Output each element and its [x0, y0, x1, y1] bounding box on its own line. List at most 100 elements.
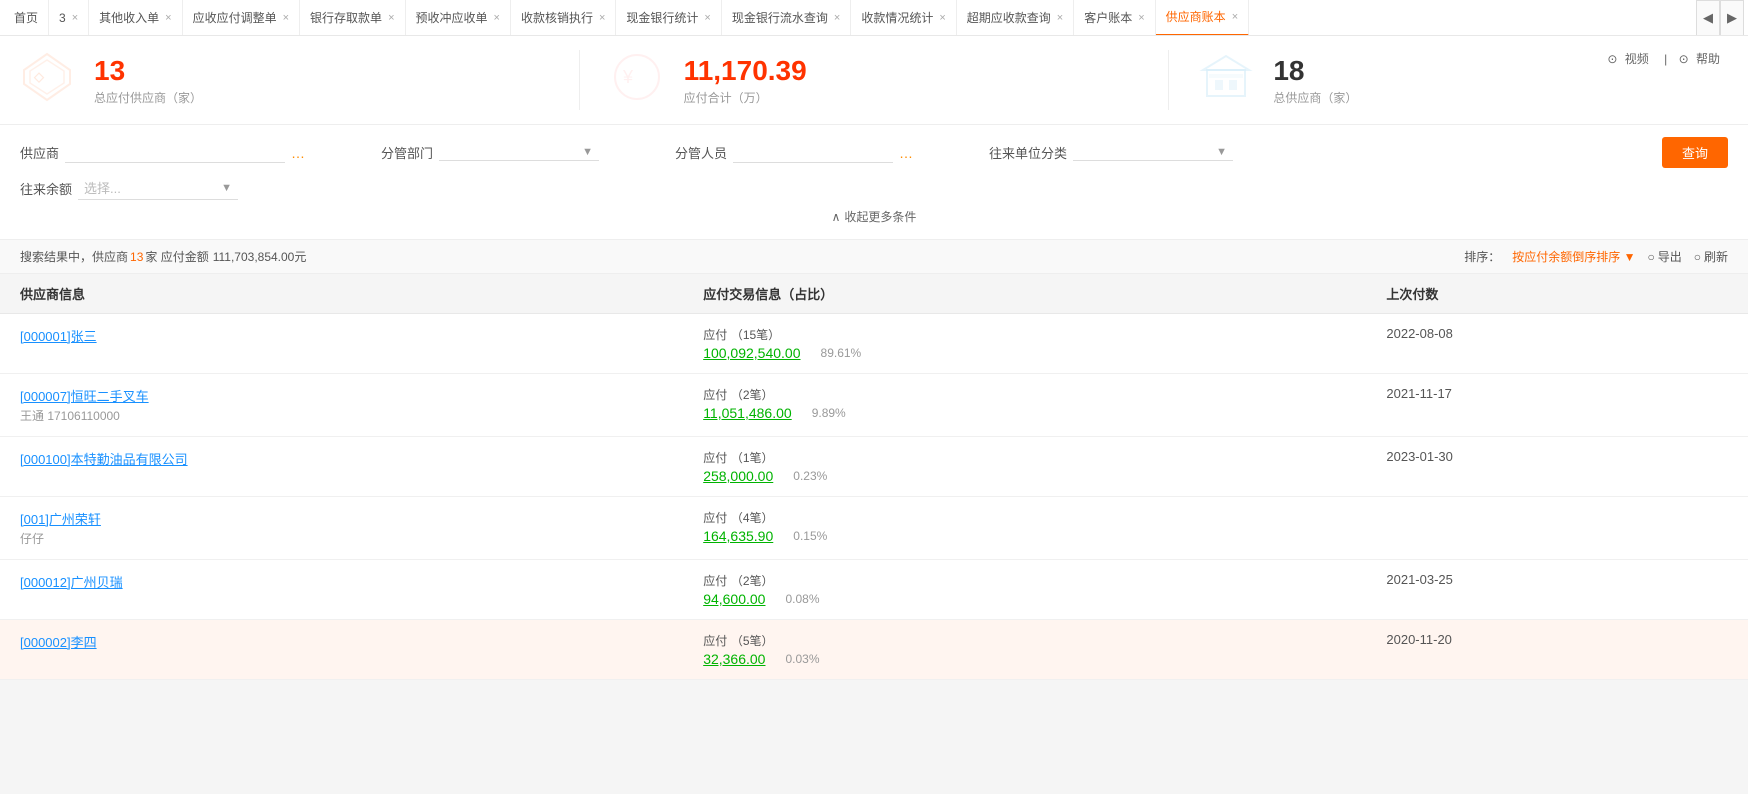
filter-label-balance: 往来余额: [20, 179, 72, 198]
top-nav: 首页3×其他收入单×应收应付调整单×银行存取款单×预收冲应收单×收款核销执行×现…: [0, 0, 1748, 36]
tx-amount-value[interactable]: 32,366.00: [703, 651, 765, 667]
result-right-actions: 排序： 按应付余额倒序排序 ▼ ○ 导出 ○ 刷新: [1464, 248, 1728, 265]
tx-label-count: 应付 （1笔）: [703, 449, 1386, 466]
nav-tab-close-ap-adjust[interactable]: ×: [283, 12, 289, 24]
sort-option-text: 按应付余额倒序排序: [1512, 250, 1620, 264]
collapse-more-conditions-btn[interactable]: ∧ 收起更多条件: [20, 208, 1728, 225]
nav-arrow-right[interactable]: ▶: [1720, 0, 1744, 36]
row-supplier-info: [000100]本特勤油品有限公司: [20, 449, 703, 468]
nav-tab-cash-bank-flow[interactable]: 现金银行流水查询×: [722, 0, 851, 36]
export-button[interactable]: ○ 导出: [1647, 248, 1681, 265]
summary-card-suppliers-payable: ◇ 13 总应付供应商（家）: [20, 50, 549, 110]
supplier-name-link[interactable]: [000002]李四: [20, 632, 703, 651]
summary-divider-2: [1168, 50, 1169, 110]
filter-select-balance[interactable]: 选择... ▼: [78, 176, 238, 200]
table-row: [000001]张三 应付 （15笔） 100,092,540.00 89.61…: [0, 314, 1748, 374]
tx-block: 应付 （15笔） 100,092,540.00 89.61%: [703, 326, 1386, 361]
nav-tab-close-supplier-account[interactable]: ×: [1232, 11, 1238, 23]
nav-tab-bank-deposit[interactable]: 银行存取款单×: [300, 0, 405, 36]
filter-label-person: 分管人员: [675, 143, 727, 162]
nav-arrow-left[interactable]: ◀: [1696, 0, 1720, 36]
supplier-name-link[interactable]: [000007]恒旺二手叉车: [20, 386, 703, 405]
dept-chevron-icon: ▼: [582, 146, 593, 158]
nav-tab-close-cash-bank-stat[interactable]: ×: [704, 12, 710, 24]
nav-tab-supplier-account[interactable]: 供应商账本×: [1156, 0, 1249, 36]
nav-tab-receipt-verify[interactable]: 收款核销执行×: [511, 0, 616, 36]
nav-tab-home[interactable]: 首页: [4, 0, 49, 36]
supplier-name-link[interactable]: [001]广州荣轩: [20, 509, 703, 528]
nav-tab-prepay-offset[interactable]: 预收冲应收单×: [406, 0, 511, 36]
tx-amount-value[interactable]: 164,635.90: [703, 528, 773, 544]
result-mid: 家 应付金额: [145, 248, 208, 265]
last-pay-date-value: 2023-01-30: [1386, 449, 1453, 464]
nav-tab-other-income[interactable]: 其他收入单×: [89, 0, 182, 36]
tx-amount-value[interactable]: 258,000.00: [703, 468, 773, 484]
tx-amount-value[interactable]: 94,600.00: [703, 591, 765, 607]
nav-tab-close-prepay-offset[interactable]: ×: [494, 12, 500, 24]
refresh-icon: ○: [1694, 250, 1701, 264]
filter-input-supplier[interactable]: [65, 143, 285, 163]
row-transaction-info: 应付 （5笔） 32,366.00 0.03%: [703, 632, 1386, 667]
nav-tab-close-customer-account[interactable]: ×: [1138, 12, 1144, 24]
supplier-search-dots[interactable]: …: [291, 145, 305, 161]
row-last-pay: 2020-11-20: [1386, 632, 1728, 647]
nav-tab-close-overdue-query[interactable]: ×: [1057, 12, 1063, 24]
supplier-name-link[interactable]: [000012]广州贝瑞: [20, 572, 703, 591]
tx-label: 应付: [703, 634, 727, 648]
row-transaction-info: 应付 （15笔） 100,092,540.00 89.61%: [703, 326, 1386, 361]
collapse-label: 收起更多条件: [844, 208, 916, 225]
row-supplier-info: [000002]李四: [20, 632, 703, 651]
person-search-dots[interactable]: …: [899, 145, 913, 161]
nav-tab-close-receipt-stat[interactable]: ×: [939, 12, 945, 24]
nav-tab-close-receipt-verify[interactable]: ×: [599, 12, 605, 24]
summary-divider-1: [579, 50, 580, 110]
nav-tab-close-t3[interactable]: ×: [72, 12, 78, 24]
tx-amount-row: 258,000.00 0.23%: [703, 468, 1386, 484]
video-link[interactable]: ⊙ 视频: [1607, 52, 1652, 66]
payable-suppliers-count: 13: [94, 55, 202, 87]
search-button[interactable]: 查询: [1662, 137, 1728, 168]
payable-total-label: 应付合计（万）: [684, 89, 807, 106]
filter-select-unit-category[interactable]: ▼: [1073, 144, 1233, 161]
tx-amount-row: 100,092,540.00 89.61%: [703, 345, 1386, 361]
nav-tab-cash-bank-stat[interactable]: 现金银行统计×: [616, 0, 721, 36]
tx-percent-value: 0.23%: [793, 469, 827, 483]
svg-text:◇: ◇: [33, 69, 45, 84]
table-body: [000001]张三 应付 （15笔） 100,092,540.00 89.61…: [0, 314, 1748, 680]
row-last-pay: 2022-08-08: [1386, 326, 1728, 341]
filter-select-dept[interactable]: ▼: [439, 144, 599, 161]
nav-tab-close-bank-deposit[interactable]: ×: [388, 12, 394, 24]
tx-count: （4笔）: [731, 511, 774, 525]
row-supplier-info: [000007]恒旺二手叉车 王通 17106110000: [20, 386, 703, 424]
nav-tab-ap-adjust[interactable]: 应收应付调整单×: [183, 0, 300, 36]
sort-select[interactable]: 按应付余额倒序排序 ▼: [1512, 248, 1635, 265]
shop-icon: [1199, 50, 1259, 110]
coin-icon: ¥: [610, 50, 670, 110]
tx-block: 应付 （2笔） 11,051,486.00 9.89%: [703, 386, 1386, 421]
tx-amount-value[interactable]: 11,051,486.00: [703, 405, 792, 421]
nav-tab-customer-account[interactable]: 客户账本×: [1074, 0, 1155, 36]
result-bar: 搜索结果中，供应商 13 家 应付金额 111,703,854.00元 排序： …: [0, 240, 1748, 274]
tx-block: 应付 （5笔） 32,366.00 0.03%: [703, 632, 1386, 667]
nav-tab-close-other-income[interactable]: ×: [165, 12, 171, 24]
nav-tab-overdue-query[interactable]: 超期应收款查询×: [957, 0, 1074, 36]
collapse-up-icon: ∧: [832, 210, 841, 224]
nav-tab-close-cash-bank-flow[interactable]: ×: [834, 12, 840, 24]
summary-text-payable-total: 11,170.39 应付合计（万）: [684, 55, 807, 106]
supplier-name-link[interactable]: [000100]本特勤油品有限公司: [20, 449, 703, 468]
result-total-amount: 111,703,854.00元: [213, 248, 307, 265]
supplier-sub-info: 仔仔: [20, 530, 703, 547]
result-prefix: 搜索结果中，供应商: [20, 248, 128, 265]
tx-amount-row: 164,635.90 0.15%: [703, 528, 1386, 544]
tx-amount-value[interactable]: 100,092,540.00: [703, 345, 800, 361]
row-last-pay: 2021-03-25: [1386, 572, 1728, 587]
refresh-button[interactable]: ○ 刷新: [1694, 248, 1728, 265]
filter-input-person[interactable]: [733, 143, 893, 163]
balance-select-value: 选择...: [84, 178, 217, 197]
nav-tab-receipt-stat[interactable]: 收款情况统计×: [851, 0, 956, 36]
row-transaction-info: 应付 （1笔） 258,000.00 0.23%: [703, 449, 1386, 484]
help-link[interactable]: ⊙ 帮助: [1679, 52, 1724, 66]
nav-tab-t3[interactable]: 3×: [49, 0, 89, 36]
filter-item-balance: 往来余额 选择... ▼: [20, 176, 238, 200]
supplier-name-link[interactable]: [000001]张三: [20, 326, 703, 345]
